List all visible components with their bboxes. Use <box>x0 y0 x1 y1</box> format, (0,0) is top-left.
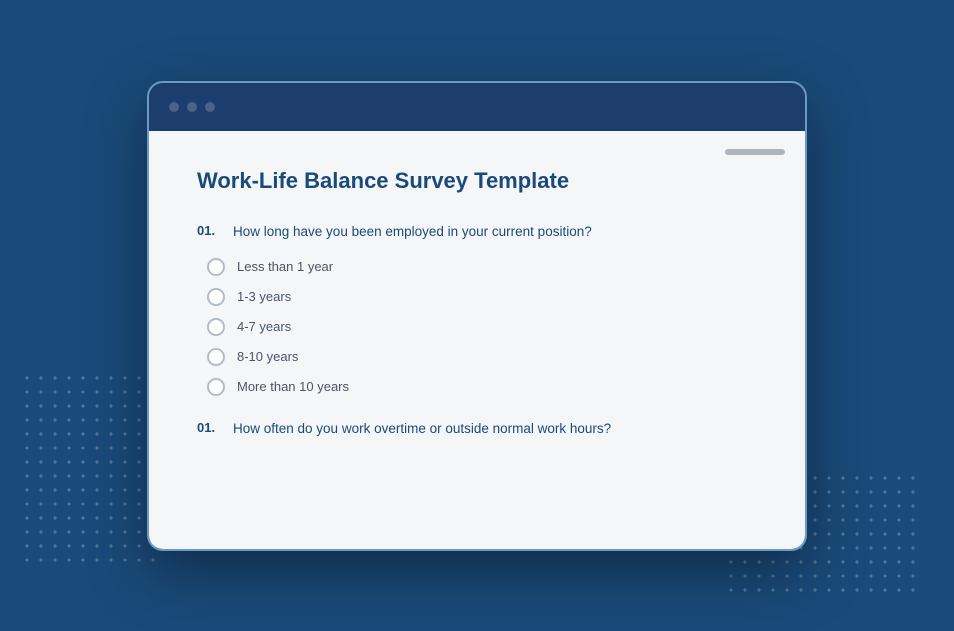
browser-content[interactable]: Work-Life Balance Survey Template 01. Ho… <box>149 131 805 549</box>
list-item[interactable]: 8-10 years <box>207 348 757 366</box>
browser-dot-1 <box>169 102 179 112</box>
radio-option-1[interactable] <box>207 258 225 276</box>
question-block-2: 01. How often do you work overtime or ou… <box>197 420 757 439</box>
question-2-header: 01. How often do you work overtime or ou… <box>197 420 757 439</box>
survey-container: Work-Life Balance Survey Template 01. Ho… <box>149 131 805 499</box>
list-item[interactable]: Less than 1 year <box>207 258 757 276</box>
option-label-3: 4-7 years <box>237 319 291 334</box>
radio-option-4[interactable] <box>207 348 225 366</box>
list-item[interactable]: More than 10 years <box>207 378 757 396</box>
device-frame: Work-Life Balance Survey Template 01. Ho… <box>147 81 807 551</box>
question-1-number: 01. <box>197 223 225 238</box>
list-item[interactable]: 1-3 years <box>207 288 757 306</box>
radio-option-2[interactable] <box>207 288 225 306</box>
question-1-header: 01. How long have you been employed in y… <box>197 223 757 242</box>
question-2-number: 01. <box>197 420 225 435</box>
browser-dot-2 <box>187 102 197 112</box>
browser-bar <box>149 83 805 131</box>
radio-option-5[interactable] <box>207 378 225 396</box>
question-1-text: How long have you been employed in your … <box>233 223 592 242</box>
scroll-indicator <box>725 149 785 155</box>
option-label-5: More than 10 years <box>237 379 349 394</box>
question-2-text: How often do you work overtime or outsid… <box>233 420 611 439</box>
survey-title: Work-Life Balance Survey Template <box>197 167 757 196</box>
option-label-1: Less than 1 year <box>237 259 333 274</box>
option-label-4: 8-10 years <box>237 349 298 364</box>
list-item[interactable]: 4-7 years <box>207 318 757 336</box>
radio-option-3[interactable] <box>207 318 225 336</box>
option-label-2: 1-3 years <box>237 289 291 304</box>
browser-dot-3 <box>205 102 215 112</box>
question-1-options: Less than 1 year 1-3 years 4-7 years 8-1… <box>197 258 757 396</box>
question-block-1: 01. How long have you been employed in y… <box>197 223 757 396</box>
